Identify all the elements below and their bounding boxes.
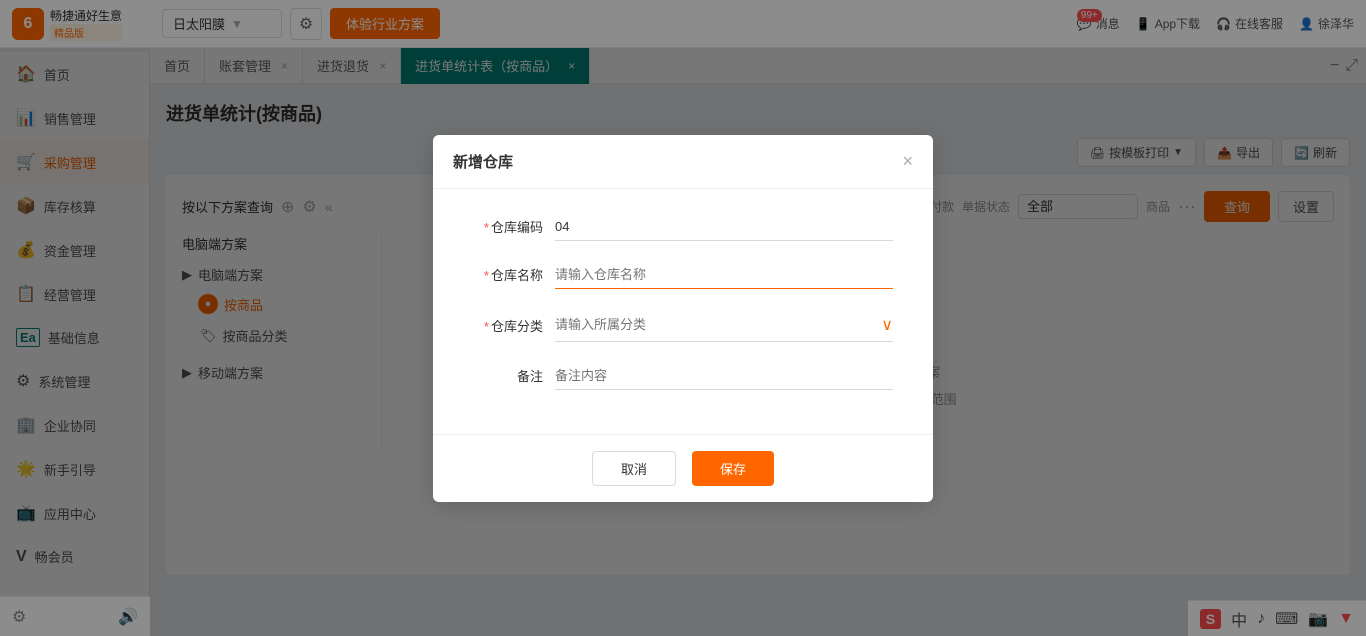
form-row-category: *仓库分类 ∨: [473, 309, 893, 342]
code-input[interactable]: [555, 213, 893, 241]
modal-header: 新增仓库 ×: [433, 135, 933, 189]
form-row-remark: 备注: [473, 362, 893, 390]
form-row-code: *仓库编码: [473, 213, 893, 241]
name-input[interactable]: [555, 261, 893, 289]
new-warehouse-modal: 新增仓库 × *仓库编码 *仓库名称 *仓库分类: [433, 135, 933, 502]
save-button[interactable]: 保存: [692, 451, 774, 486]
modal-body: *仓库编码 *仓库名称 *仓库分类 ∨: [433, 189, 933, 434]
modal-close-button[interactable]: ×: [902, 151, 913, 172]
category-label: *仓库分类: [473, 316, 543, 335]
modal-title: 新增仓库: [453, 151, 513, 172]
category-input[interactable]: [555, 317, 881, 332]
modal-footer: 取消 保存: [433, 434, 933, 502]
name-label: *仓库名称: [473, 265, 543, 284]
category-dropdown-icon: ∨: [881, 315, 893, 335]
category-select-wrap[interactable]: ∨: [555, 309, 893, 342]
form-row-name: *仓库名称: [473, 261, 893, 289]
modal-overlay: 新增仓库 × *仓库编码 *仓库名称 *仓库分类: [0, 0, 1366, 636]
code-label: *仓库编码: [473, 217, 543, 236]
cancel-button[interactable]: 取消: [592, 451, 676, 486]
remark-label: 备注: [473, 366, 543, 385]
remark-input[interactable]: [555, 362, 893, 390]
